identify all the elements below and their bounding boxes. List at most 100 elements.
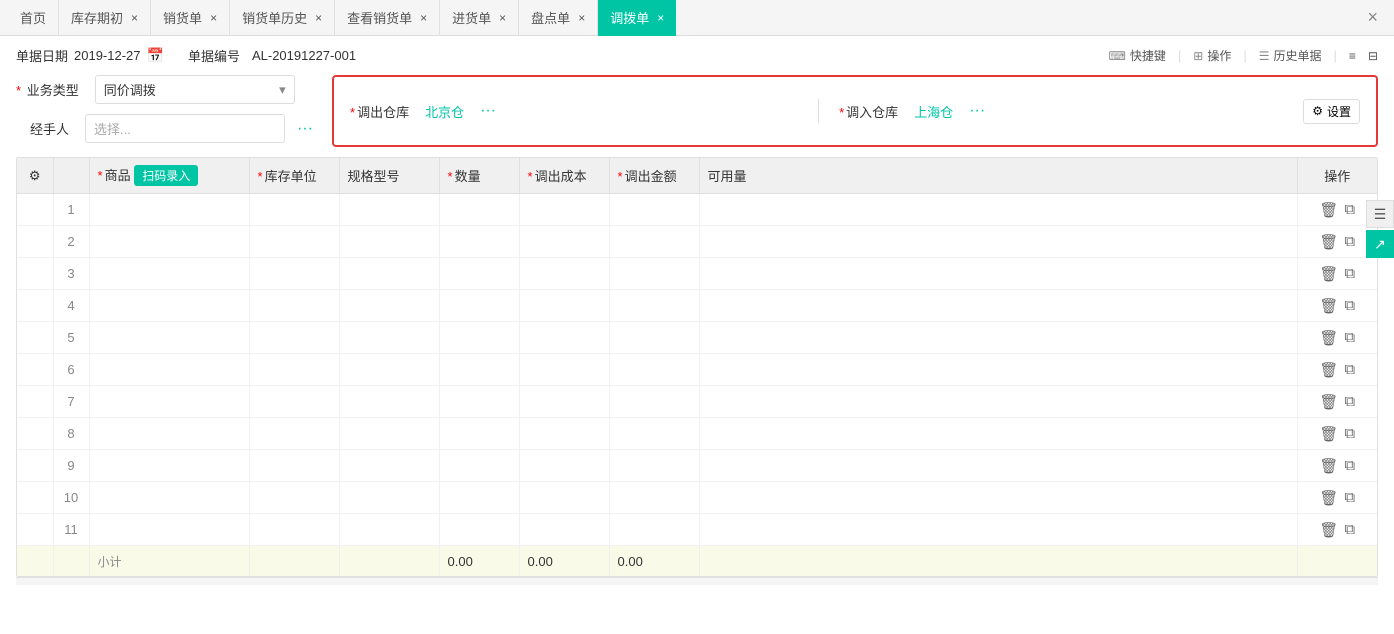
bottom-scrollbar[interactable]	[16, 577, 1378, 585]
shortcuts-btn[interactable]: ⌨ 快捷键	[1109, 47, 1166, 64]
out-warehouse-field: *调出仓库 北京仓 ···	[350, 102, 798, 121]
delete-icon[interactable]: 🗑	[1319, 265, 1338, 283]
th-cost: *调出成本	[519, 158, 609, 194]
th-amount: *调出金额	[609, 158, 699, 194]
table-row: 2 🗑⧉	[17, 226, 1377, 258]
delete-icon[interactable]: 🗑	[1319, 457, 1338, 475]
th-unit: *库存单位	[249, 158, 339, 194]
table-row: 9 🗑⧉	[17, 450, 1377, 482]
copy-icon[interactable]: ⧉	[1344, 489, 1355, 506]
table-row: 11 🗑⧉	[17, 514, 1377, 546]
layout-icon-1: ≡	[1349, 49, 1356, 63]
handler-label: 经手人	[30, 119, 69, 138]
layout-icon-2: ⊟	[1368, 49, 1378, 63]
scan-button[interactable]: 扫码录入	[134, 165, 198, 186]
tab-close-sales-history[interactable]: ×	[315, 11, 322, 25]
table-row: 3 🗑⧉	[17, 258, 1377, 290]
table-row: 10 🗑⧉	[17, 482, 1377, 514]
delete-icon[interactable]: 🗑	[1319, 201, 1338, 219]
transfer-table: ⚙ *商品 扫码录入 *库存单位 规格型号 *数量 *调出成本 *调出金额 可用…	[17, 158, 1377, 577]
in-warehouse-field: *调入仓库 上海仓 ···	[839, 102, 1287, 121]
tab-close-inventory-check[interactable]: ×	[578, 11, 585, 25]
operations-btn[interactable]: ⊞ 操作	[1193, 47, 1231, 64]
subtotal-qty: 0.00	[439, 546, 519, 578]
tab-purchase-order[interactable]: 进货单 ×	[440, 0, 519, 36]
date-field: 单据日期 2019-12-27 📅	[16, 46, 164, 65]
settings-button[interactable]: ⚙ 设置	[1303, 99, 1360, 124]
delete-icon[interactable]: 🗑	[1319, 297, 1338, 315]
delete-icon[interactable]: 🗑	[1319, 425, 1338, 443]
tab-close-sales-order[interactable]: ×	[210, 11, 217, 25]
window-close-button[interactable]: ×	[1359, 7, 1386, 28]
gear-icon: ⚙	[1312, 104, 1323, 118]
copy-icon[interactable]: ⧉	[1344, 457, 1355, 474]
biz-type-label: * 业务类型	[16, 80, 79, 99]
right-float-panel: ☰ ↗	[1366, 200, 1394, 258]
tab-close-transfer[interactable]: ×	[657, 11, 664, 25]
tab-close-purchase-order[interactable]: ×	[499, 11, 506, 25]
handler-more-btn[interactable]: ···	[297, 120, 313, 138]
tab-sales-history[interactable]: 销货单历史 ×	[230, 0, 335, 36]
float-list-btn[interactable]: ☰	[1366, 200, 1394, 228]
tab-transfer[interactable]: 调拨单 ×	[598, 0, 676, 36]
date-label: 单据日期	[16, 46, 68, 65]
tab-close-view-sales[interactable]: ×	[420, 11, 427, 25]
biz-type-field: * 业务类型 同价调拨 ▾	[16, 75, 316, 104]
delete-icon[interactable]: 🗑	[1319, 489, 1338, 507]
table-row: 1 🗑⧉	[17, 194, 1377, 226]
copy-icon[interactable]: ⧉	[1344, 329, 1355, 346]
tab-inventory-init[interactable]: 库存期初 ×	[59, 0, 151, 36]
main-content: 单据日期 2019-12-27 📅 单据编号 AL-20191227-001 ⌨…	[0, 36, 1394, 595]
delete-icon[interactable]: 🗑	[1319, 329, 1338, 347]
copy-icon[interactable]: ⧉	[1344, 393, 1355, 410]
copy-icon[interactable]: ⧉	[1344, 297, 1355, 314]
out-warehouse-more-btn[interactable]: ···	[480, 102, 496, 120]
copy-icon[interactable]: ⧉	[1344, 233, 1355, 250]
float-export-btn[interactable]: ↗	[1366, 230, 1394, 258]
history-btn[interactable]: ☰ 历史单据	[1259, 47, 1322, 64]
delete-icon[interactable]: 🗑	[1319, 521, 1338, 539]
layout-btn-2[interactable]: ⊟	[1368, 49, 1378, 63]
handler-field: 经手人 选择... ···	[16, 114, 316, 143]
tab-bar: 首页 库存期初 × 销货单 × 销货单历史 × 查看销货单 × 进货单 × 盘点…	[0, 0, 1394, 36]
copy-icon[interactable]: ⧉	[1344, 265, 1355, 282]
copy-icon[interactable]: ⧉	[1344, 201, 1355, 218]
table-row: 4 🗑⧉	[17, 290, 1377, 322]
delete-icon[interactable]: 🗑	[1319, 233, 1338, 251]
out-warehouse-value: 北京仓	[425, 102, 464, 121]
handler-select[interactable]: 选择...	[85, 114, 285, 143]
tab-sales-order[interactable]: 销货单 ×	[151, 0, 230, 36]
th-product: *商品 扫码录入	[89, 158, 249, 194]
calendar-icon[interactable]: 📅	[147, 47, 164, 64]
th-qty: *数量	[439, 158, 519, 194]
code-field: 单据编号 AL-20191227-001	[188, 46, 356, 65]
operations-icon: ⊞	[1193, 49, 1203, 63]
copy-icon[interactable]: ⧉	[1344, 361, 1355, 378]
copy-icon[interactable]: ⧉	[1344, 425, 1355, 442]
th-action: 操作	[1297, 158, 1377, 194]
code-label: 单据编号	[188, 46, 240, 65]
th-row-num	[53, 158, 89, 194]
subtotal-row: 小计 0.00 0.00 0.00	[17, 546, 1377, 578]
tab-inventory-check[interactable]: 盘点单 ×	[519, 0, 598, 36]
tab-close-inventory-init[interactable]: ×	[131, 11, 138, 25]
date-value: 2019-12-27	[74, 48, 141, 63]
header-actions: ⌨ 快捷键 | ⊞ 操作 | ☰ 历史单据 | ≡ ⊟	[1109, 47, 1378, 64]
in-warehouse-value: 上海仓	[914, 102, 953, 121]
in-warehouse-more-btn[interactable]: ···	[969, 102, 985, 120]
delete-icon[interactable]: 🗑	[1319, 361, 1338, 379]
chevron-down-icon: ▾	[279, 82, 286, 98]
copy-icon[interactable]: ⧉	[1344, 521, 1355, 538]
tab-view-sales[interactable]: 查看销货单 ×	[335, 0, 440, 36]
table-row: 5 🗑⧉	[17, 322, 1377, 354]
tab-home[interactable]: 首页	[8, 0, 59, 36]
shortcuts-icon: ⌨	[1109, 49, 1126, 63]
subtotal-amount: 0.00	[609, 546, 699, 578]
layout-btn-1[interactable]: ≡	[1349, 49, 1356, 63]
th-settings[interactable]: ⚙	[17, 158, 53, 194]
biz-type-select[interactable]: 同价调拨 ▾	[95, 75, 295, 104]
table-row: 7 🗑⧉	[17, 386, 1377, 418]
table-row: 6 🗑⧉	[17, 354, 1377, 386]
delete-icon[interactable]: 🗑	[1319, 393, 1338, 411]
th-spec: 规格型号	[339, 158, 439, 194]
